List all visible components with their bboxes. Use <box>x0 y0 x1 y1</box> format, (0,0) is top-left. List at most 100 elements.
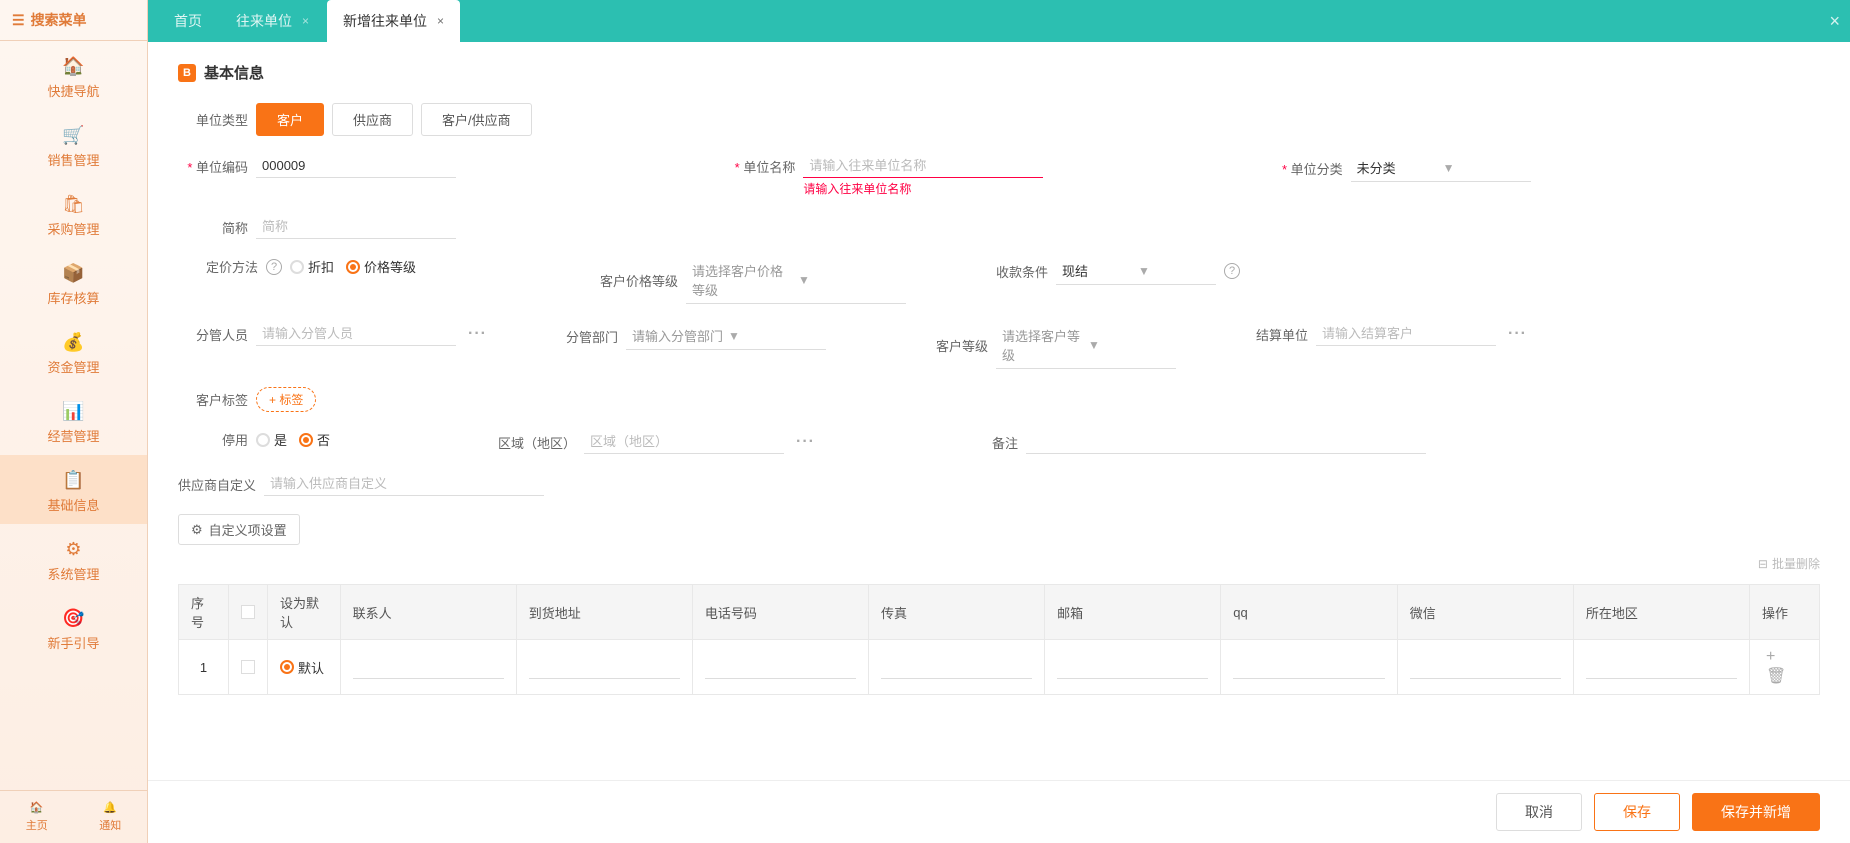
col-contact: 联系人 <box>340 585 516 640</box>
row-qq-input[interactable] <box>1233 655 1384 679</box>
sidebar-bottom-notify[interactable]: 🔔 通知 <box>74 791 148 843</box>
row-address[interactable] <box>516 640 692 695</box>
pricing-help-icon[interactable]: ? <box>266 259 282 275</box>
sidebar: ☰ 搜索菜单 🏠 快捷导航 🛒 销售管理 🛍 采购管理 📦 库存核算 💰 资金管… <box>0 0 148 843</box>
table-header: 序号 设为默认 联系人 到货地址 电话号码 传真 邮箱 qq 微信 所在地区 操… <box>179 585 1820 640</box>
type-btn-customer[interactable]: 客户 <box>256 103 324 136</box>
row-contact[interactable] <box>340 640 516 695</box>
department-chevron-icon: ▼ <box>728 329 820 343</box>
row-region[interactable] <box>1573 640 1749 695</box>
disabled-yes-option[interactable]: 是 <box>256 430 287 449</box>
supplier-custom-input[interactable] <box>264 472 544 496</box>
disabled-yes-radio[interactable] <box>256 433 270 447</box>
batch-delete-label[interactable]: 批量删除 <box>1772 555 1820 572</box>
batch-delete-area: ⊟ 批量删除 <box>178 555 1820 572</box>
save-add-button[interactable]: 保存并新增 <box>1692 793 1820 831</box>
sidebar-item-purchase[interactable]: 🛍 采购管理 <box>0 179 147 248</box>
sidebar-item-label: 采购管理 <box>47 219 99 238</box>
row-fax[interactable] <box>869 640 1045 695</box>
type-btn-both[interactable]: 客户/供应商 <box>421 103 532 136</box>
pricing-discount-radio[interactable] <box>290 260 304 274</box>
pricing-method-field: 定价方法 ? 折扣 价格等级 <box>178 257 598 276</box>
region-more-btn[interactable]: ··· <box>792 433 819 451</box>
disabled-no-option[interactable]: 否 <box>299 430 330 449</box>
tab-new-partner-close[interactable]: × <box>437 14 444 28</box>
tab-partner-list[interactable]: 往来单位 × <box>220 0 325 42</box>
row-qq[interactable] <box>1221 640 1397 695</box>
add-tag-button[interactable]: + 标签 <box>256 387 316 412</box>
row-email[interactable] <box>1045 640 1221 695</box>
short-name-input[interactable] <box>256 215 456 239</box>
manager-more-btn[interactable]: ··· <box>464 325 491 343</box>
save-button[interactable]: 保存 <box>1594 793 1680 831</box>
row-fax-input[interactable] <box>881 655 1032 679</box>
col-default: 设为默认 <box>268 585 341 640</box>
customer-level-placeholder: 请选择客户等级 <box>1002 326 1084 364</box>
row-wechat[interactable] <box>1397 640 1573 695</box>
row-address-input[interactable] <box>529 655 680 679</box>
payment-terms-label: 收款条件 <box>978 262 1048 281</box>
sidebar-item-guide[interactable]: 🎯 新手引导 <box>0 593 147 662</box>
tab-new-partner[interactable]: 新增往来单位 × <box>327 0 460 42</box>
sidebar-item-sales[interactable]: 🛒 销售管理 <box>0 110 147 179</box>
row-delete-button[interactable]: 🗑 <box>1762 668 1790 685</box>
row-default-radio-item[interactable]: 默认 <box>280 658 328 677</box>
sidebar-item-system[interactable]: ⚙ 系统管理 <box>0 524 147 593</box>
sidebar-item-basic-info[interactable]: 📋 基础信息 <box>0 455 147 524</box>
customer-level-select[interactable]: 请选择客户等级 ▼ <box>996 322 1176 369</box>
row-email-input[interactable] <box>1057 655 1208 679</box>
settlement-input[interactable] <box>1316 322 1496 346</box>
window-close-button[interactable]: × <box>1829 11 1840 32</box>
finance-icon: 💰 <box>63 331 85 353</box>
row-phone[interactable] <box>692 640 868 695</box>
manager-label: 分管人员 <box>178 325 248 344</box>
unit-name-input[interactable] <box>803 154 1043 178</box>
region-input[interactable] <box>584 430 784 454</box>
row-phone-input[interactable] <box>705 655 856 679</box>
custom-settings-button[interactable]: ⚙ 自定义项设置 <box>178 514 300 545</box>
payment-terms-chevron-icon: ▼ <box>1138 264 1210 278</box>
unit-category-select[interactable]: 未分类 ▼ <box>1351 154 1531 182</box>
row-checkbox[interactable] <box>229 640 268 695</box>
sidebar-item-quick-nav[interactable]: 🏠 快捷导航 <box>0 41 147 110</box>
settlement-more-btn[interactable]: ··· <box>1504 325 1531 343</box>
search-menu[interactable]: ☰ 搜索菜单 <box>0 0 147 41</box>
sidebar-item-operations[interactable]: 📊 经营管理 <box>0 386 147 455</box>
payment-terms-select[interactable]: 现结 ▼ <box>1056 257 1216 285</box>
customer-price-level-select[interactable]: 请选择客户价格等级 ▼ <box>686 257 906 304</box>
row-contact-input[interactable] <box>353 655 504 679</box>
sidebar-bottom: 🏠 主页 🔔 通知 <box>0 790 147 843</box>
type-btn-supplier[interactable]: 供应商 <box>332 103 413 136</box>
cancel-button[interactable]: 取消 <box>1496 793 1582 831</box>
pricing-level-radio[interactable] <box>346 260 360 274</box>
manager-input[interactable] <box>256 322 456 346</box>
department-label: 分管部门 <box>548 327 618 346</box>
row-region-input[interactable] <box>1586 655 1737 679</box>
customer-price-level-field: 客户价格等级 请选择客户价格等级 ▼ <box>598 257 978 304</box>
row-wechat-input[interactable] <box>1410 655 1561 679</box>
customer-tag-label: 客户标签 <box>178 390 248 409</box>
sidebar-item-finance[interactable]: 💰 资金管理 <box>0 317 147 386</box>
unit-category-chevron-icon: ▼ <box>1443 161 1525 175</box>
customer-level-field: 客户等级 请选择客户等级 ▼ <box>918 322 1238 369</box>
department-select[interactable]: 请输入分管部门 ▼ <box>626 322 826 350</box>
tab-home[interactable]: 首页 <box>158 0 218 42</box>
pricing-level-option[interactable]: 价格等级 <box>346 257 416 276</box>
sidebar-bottom-home[interactable]: 🏠 主页 <box>0 791 74 843</box>
sidebar-item-inventory[interactable]: 📦 库存核算 <box>0 248 147 317</box>
remark-input[interactable] <box>1026 430 1426 454</box>
row-default-radio[interactable] <box>280 660 294 674</box>
pricing-discount-option[interactable]: 折扣 <box>290 257 334 276</box>
row-select-checkbox[interactable] <box>241 660 255 674</box>
disabled-no-radio[interactable] <box>299 433 313 447</box>
select-all-checkbox[interactable] <box>241 605 255 619</box>
payment-terms-value: 现结 <box>1062 261 1134 280</box>
unit-code-input[interactable] <box>256 154 456 178</box>
col-fax: 传真 <box>869 585 1045 640</box>
row-add-button[interactable]: + <box>1762 648 1779 665</box>
col-checkbox <box>229 585 268 640</box>
payment-help-icon[interactable]: ? <box>1224 263 1240 279</box>
customer-level-chevron-icon: ▼ <box>1088 338 1170 352</box>
tab-partner-list-close[interactable]: × <box>302 14 309 28</box>
quick-nav-icon: 🏠 <box>63 55 85 77</box>
